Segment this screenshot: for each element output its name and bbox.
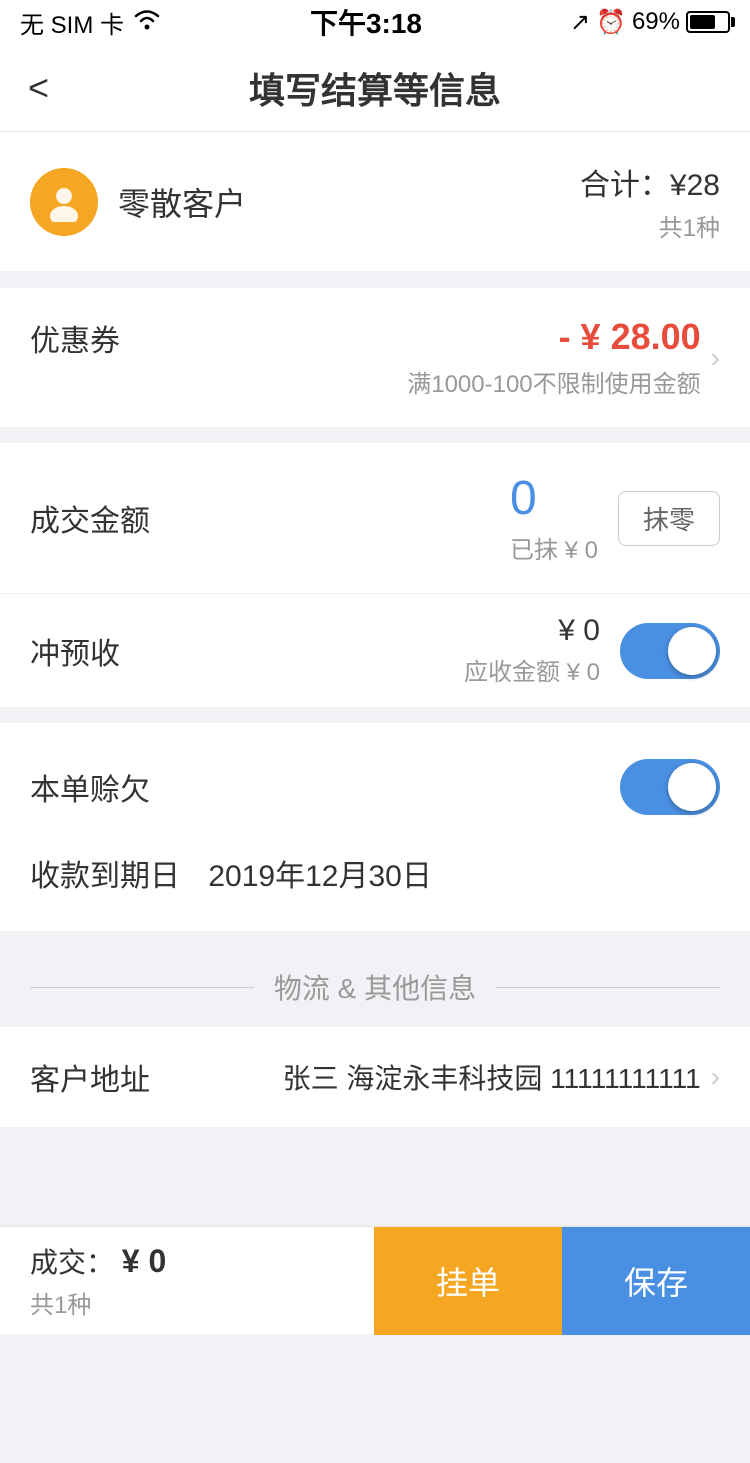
status-left: 无 SIM 卡 — [20, 5, 162, 40]
prepay-sub-text: 应收金额 ¥ 0 — [464, 652, 600, 687]
coupon-chevron-icon: › — [711, 342, 720, 374]
address-section: 客户地址 张三 海淀永丰科技园 11111111111 › — [0, 1027, 750, 1127]
coupon-row[interactable]: 优惠券 - ¥ 28.00 满1000-100不限制使用金额 › — [0, 287, 750, 427]
customer-total: 合计：¥28 — [580, 160, 720, 204]
back-button[interactable]: < — [28, 67, 49, 109]
address-chevron-icon: › — [711, 1061, 720, 1093]
customer-section: 零散客户 合计：¥28 共1种 — [0, 132, 750, 271]
due-date-value: 2019年12月30日 — [208, 860, 431, 893]
bottom-deal-row: 成交： ¥ 0 — [30, 1241, 344, 1281]
transaction-row: 成交金额 0 已抹 ¥ 0 抹零 — [0, 443, 750, 593]
status-time: 下午3:18 — [310, 2, 422, 42]
deferred-label: 本单赊欠 — [30, 765, 150, 809]
bottom-deal-count: 共1种 — [30, 1285, 344, 1320]
address-value: 张三 海淀永丰科技园 11111111111 — [283, 1057, 701, 1097]
page-title: 填写结算等信息 — [249, 62, 501, 114]
logistics-header: 物流 & 其他信息 — [0, 947, 750, 1027]
coupon-section: 优惠券 - ¥ 28.00 满1000-100不限制使用金额 › — [0, 287, 750, 427]
coupon-right: - ¥ 28.00 满1000-100不限制使用金额 › — [407, 316, 720, 399]
alarm-icon: ⏰ — [596, 8, 626, 37]
customer-right: 合计：¥28 共1种 — [580, 160, 720, 243]
deferred-toggle-knob — [668, 763, 716, 811]
prepay-main-value: ¥ 0 — [464, 614, 600, 648]
address-label: 客户地址 — [30, 1055, 150, 1099]
prepay-row: 冲预收 ¥ 0 应收金额 ¥ 0 — [0, 593, 750, 707]
bottom-deal-label: 成交： — [30, 1247, 114, 1278]
due-date-row[interactable]: 收款到期日 2019年12月30日 — [0, 851, 750, 931]
nav-bar: < 填写结算等信息 — [0, 44, 750, 132]
battery-percent: 69% — [632, 8, 680, 36]
customer-left: 零散客户 — [30, 168, 246, 236]
save-button[interactable]: 保存 — [562, 1227, 750, 1335]
transaction-sub: 已抹 ¥ 0 — [510, 530, 598, 565]
bottom-deal-value: ¥ 0 — [122, 1243, 166, 1279]
location-icon: ↗ — [570, 8, 590, 37]
customer-row: 零散客户 合计：¥28 共1种 — [0, 132, 750, 271]
status-right: ↗ ⏰ 69% — [570, 8, 730, 37]
address-row[interactable]: 客户地址 张三 海淀永丰科技园 11111111111 › — [0, 1027, 750, 1127]
deferred-section: 本单赊欠 收款到期日 2019年12月30日 — [0, 723, 750, 931]
prepay-values: ¥ 0 应收金额 ¥ 0 — [464, 614, 600, 687]
coupon-sub: 满1000-100不限制使用金额 — [407, 364, 700, 399]
carrier-text: 无 SIM 卡 — [20, 5, 124, 40]
transaction-section: 成交金额 0 已抹 ¥ 0 抹零 冲预收 ¥ 0 应收金额 ¥ 0 — [0, 443, 750, 707]
wifi-icon — [132, 8, 162, 37]
customer-name: 零散客户 — [118, 179, 246, 225]
prepay-label: 冲预收 — [30, 629, 120, 673]
pending-button[interactable]: 挂单 — [374, 1227, 562, 1335]
deferred-toggle[interactable] — [620, 759, 720, 815]
address-right: 张三 海淀永丰科技园 11111111111 › — [253, 1057, 720, 1097]
prepay-right: ¥ 0 应收金额 ¥ 0 — [464, 614, 720, 687]
transaction-value[interactable]: 0 — [510, 471, 598, 526]
toggle-knob — [668, 627, 716, 675]
prepay-toggle[interactable] — [620, 623, 720, 679]
bottom-bar: 成交： ¥ 0 共1种 挂单 保存 — [0, 1226, 750, 1334]
status-bar: 无 SIM 卡 下午3:18 ↗ ⏰ 69% — [0, 0, 750, 44]
customer-avatar — [30, 168, 98, 236]
coupon-label: 优惠券 — [30, 316, 120, 360]
round-zero-button[interactable]: 抹零 — [618, 491, 720, 546]
due-date-label: 收款到期日 — [30, 860, 180, 893]
battery-icon — [686, 11, 730, 33]
bottom-info: 成交： ¥ 0 共1种 — [0, 1241, 374, 1320]
coupon-discount: - ¥ 28.00 — [407, 316, 700, 358]
transaction-label: 成交金额 — [30, 496, 150, 540]
logistics-title: 物流 & 其他信息 — [274, 967, 476, 1007]
transaction-right: 0 已抹 ¥ 0 抹零 — [510, 471, 720, 565]
deferred-row: 本单赊欠 — [0, 723, 750, 851]
customer-count: 共1种 — [580, 208, 720, 243]
